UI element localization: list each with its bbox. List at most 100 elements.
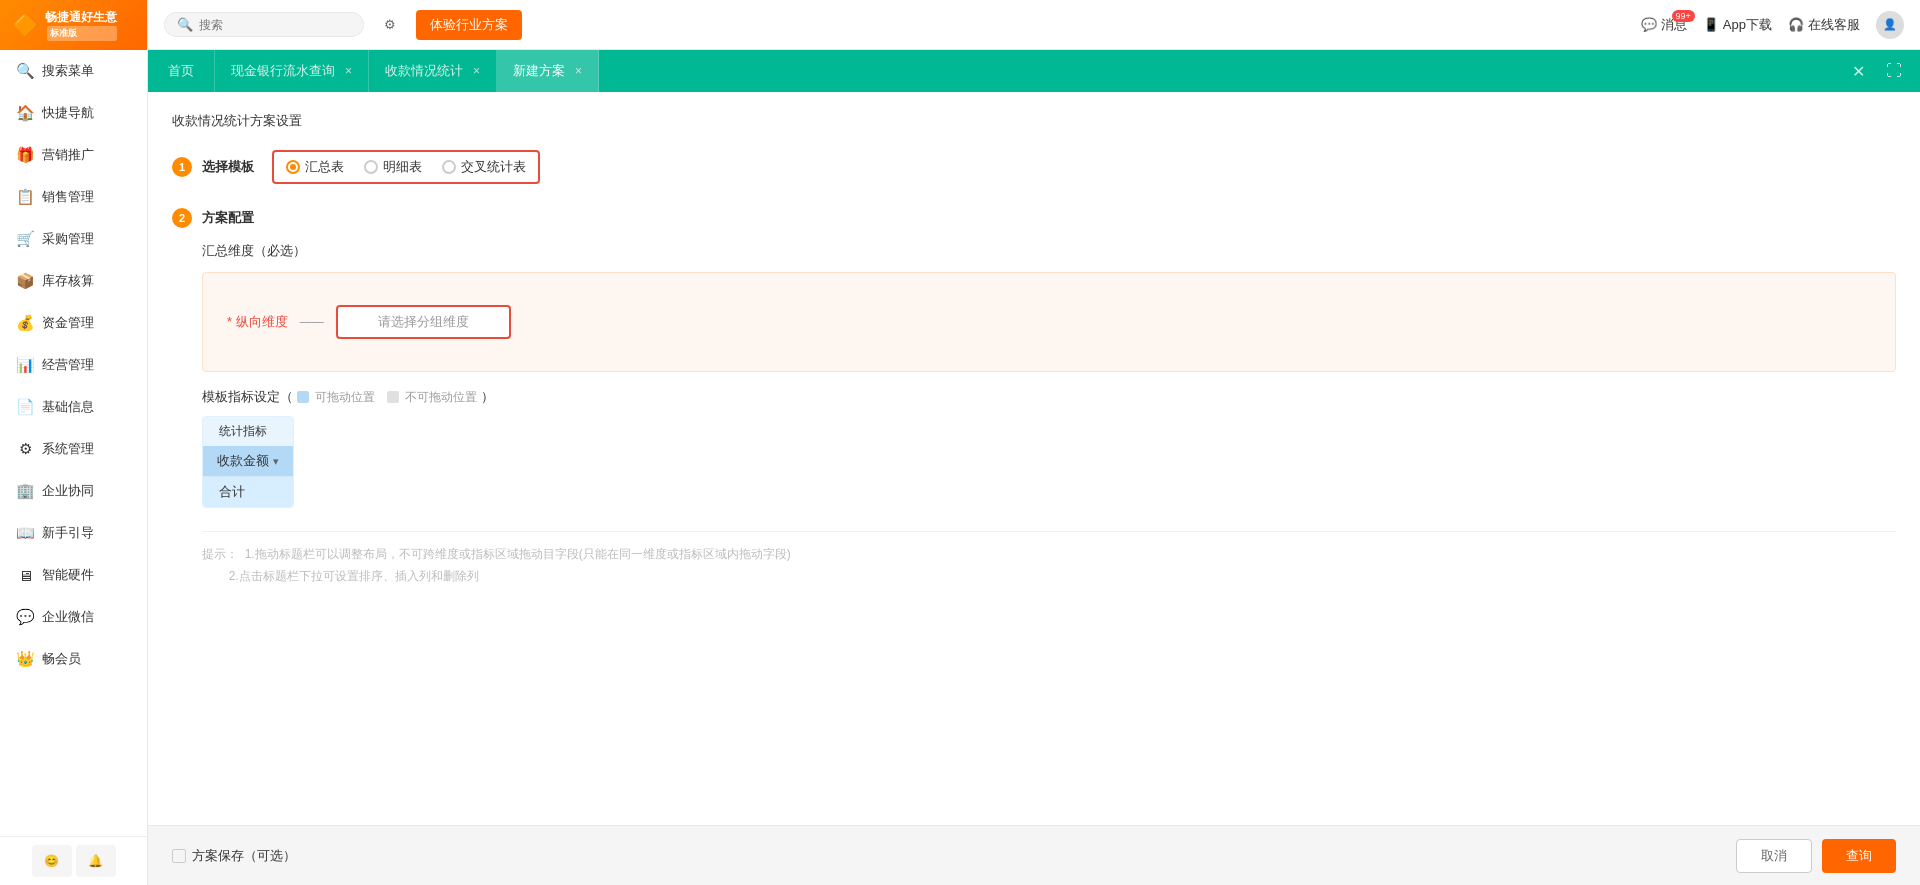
- hint-blue-dot: [297, 391, 309, 403]
- sidebar-item-purchase[interactable]: 🛒 采购管理: [0, 218, 147, 260]
- user-avatar[interactable]: 👤: [1876, 11, 1904, 39]
- notification-btn[interactable]: 💬 消息 99+: [1641, 16, 1687, 34]
- guide-icon: 📖: [16, 524, 34, 542]
- main-area: 🔍 ⚙ 体验行业方案 💬 消息 99+ 📱 App下载 🎧 在线客服 👤 首页: [148, 0, 1920, 885]
- metrics-hints: 模板指标设定（ 可拖动位置 不可拖动位置 ）: [202, 388, 1896, 406]
- tip2: 2.点击标题栏下拉可设置排序、插入列和删除列: [202, 566, 1896, 588]
- save-plan-label: 方案保存（可选）: [192, 847, 296, 865]
- metrics-tag-dropdown-icon: ▾: [273, 455, 279, 468]
- home-icon: 🏠: [16, 104, 34, 122]
- step2-content: 汇总维度（必选） * 纵向维度 —— 请选择分组维度: [172, 242, 1896, 587]
- tab-home-label: 首页: [168, 62, 194, 80]
- sidebar-item-management[interactable]: 📊 经营管理: [0, 344, 147, 386]
- radio-cross[interactable]: 交叉统计表: [442, 158, 526, 176]
- sidebar-item-finance[interactable]: 💰 资金管理: [0, 302, 147, 344]
- app-download-btn[interactable]: 📱 App下载: [1703, 16, 1772, 34]
- tab-newplan[interactable]: 新建方案 ×: [497, 50, 599, 92]
- step1-section: 1 选择模板 汇总表 明细表 交: [172, 150, 1896, 184]
- online-service-btn[interactable]: 🎧 在线客服: [1788, 16, 1860, 34]
- sidebar-bottom-btn2[interactable]: 🔔: [76, 845, 116, 877]
- tab-receipt[interactable]: 收款情况统计 ×: [369, 50, 497, 92]
- sidebar-item-label: 采购管理: [42, 230, 94, 248]
- metrics-subtotal: 合计: [203, 477, 293, 507]
- hint-draggable-text: 可拖动位置: [315, 389, 375, 406]
- search-menu-icon: 🔍: [16, 62, 34, 80]
- footer: 方案保存（可选） 取消 查询: [148, 825, 1920, 885]
- metrics-category-label: 统计指标: [219, 424, 267, 438]
- dimension-row: * 纵向维度 —— 请选择分组维度: [227, 305, 511, 339]
- sidebar-item-label: 库存核算: [42, 272, 94, 290]
- tabbar-actions: ✕ ⛶: [1844, 57, 1920, 85]
- sidebar-item-label: 基础信息: [42, 398, 94, 416]
- tab-newplan-label: 新建方案: [513, 62, 565, 80]
- radio-detail[interactable]: 明细表: [364, 158, 422, 176]
- dimension-select-btn[interactable]: 请选择分组维度: [336, 305, 511, 339]
- step1-number: 1: [172, 157, 192, 177]
- query-button[interactable]: 查询: [1822, 839, 1896, 873]
- industry-btn[interactable]: 体验行业方案: [416, 10, 522, 40]
- sidebar-item-member[interactable]: 👑 畅会员: [0, 638, 147, 680]
- sidebar-item-label: 快捷导航: [42, 104, 94, 122]
- sidebar-item-label: 智能硬件: [42, 566, 94, 584]
- logo-text: 畅捷通好生意: [45, 9, 117, 26]
- hint-draggable: 可拖动位置: [297, 389, 375, 406]
- radio-summary[interactable]: 汇总表: [286, 158, 344, 176]
- step1-title: 选择模板: [202, 158, 254, 176]
- sidebar-bottom-btn1[interactable]: 😊: [32, 845, 72, 877]
- radio-summary-dot: [286, 160, 300, 174]
- sidebar-item-basic[interactable]: 📄 基础信息: [0, 386, 147, 428]
- tab-close-btn[interactable]: ✕: [1844, 57, 1872, 85]
- sidebar-item-nav[interactable]: 🏠 快捷导航: [0, 92, 147, 134]
- content-area: 收款情况统计方案设置 1 选择模板 汇总表 明细表: [148, 92, 1920, 825]
- purchase-icon: 🛒: [16, 230, 34, 248]
- sidebar-item-label: 经营管理: [42, 356, 94, 374]
- metrics-hint-close: ）: [481, 388, 494, 406]
- settings-icon[interactable]: ⚙: [376, 11, 404, 39]
- content-inner: 收款情况统计方案设置 1 选择模板 汇总表 明细表: [148, 92, 1920, 825]
- sidebar-item-search[interactable]: 🔍 搜索菜单: [0, 50, 147, 92]
- step2-section: 2 方案配置 汇总维度（必选） * 纵向维度 —— 请选择分组维度: [172, 208, 1896, 587]
- cancel-button[interactable]: 取消: [1736, 839, 1812, 873]
- sidebar-item-system[interactable]: ⚙ 系统管理: [0, 428, 147, 470]
- metrics-tag-amount[interactable]: 收款金额 ▾: [203, 446, 293, 477]
- footer-actions: 取消 查询: [1736, 839, 1896, 873]
- step2-header: 2 方案配置: [172, 208, 1896, 228]
- edition-badge: 标准版: [47, 26, 117, 41]
- search-input[interactable]: [199, 18, 339, 32]
- tab-bank-close[interactable]: ×: [345, 64, 352, 78]
- sidebar-item-label: 畅会员: [42, 650, 81, 668]
- sidebar-item-hardware[interactable]: 🖥 智能硬件: [0, 554, 147, 596]
- tab-receipt-close[interactable]: ×: [473, 64, 480, 78]
- topbar-search-box[interactable]: 🔍: [164, 12, 364, 37]
- page-title: 收款情况统计方案设置: [172, 112, 1896, 130]
- save-plan-checkbox[interactable]: [172, 849, 186, 863]
- sidebar-item-sales[interactable]: 📋 销售管理: [0, 176, 147, 218]
- dimension-row-label: * 纵向维度: [227, 313, 288, 331]
- member-icon: 👑: [16, 650, 34, 668]
- metrics-table: 统计指标 收款金额 ▾ 合计: [202, 416, 294, 508]
- sidebar-item-corp[interactable]: 🏢 企业协同: [0, 470, 147, 512]
- step1-header: 1 选择模板 汇总表 明细表 交: [172, 150, 1896, 184]
- sidebar-item-marketing[interactable]: 🎁 营销推广: [0, 134, 147, 176]
- download-icon: 📱: [1703, 17, 1719, 32]
- sidebar-item-wechat[interactable]: 💬 企业微信: [0, 596, 147, 638]
- save-plan-area[interactable]: 方案保存（可选）: [172, 847, 296, 865]
- tab-home[interactable]: 首页: [148, 50, 215, 92]
- topbar-right: 💬 消息 99+ 📱 App下载 🎧 在线客服 👤: [1641, 11, 1904, 39]
- service-icon: 🎧: [1788, 17, 1804, 32]
- tab-bank-label: 现金银行流水查询: [231, 62, 335, 80]
- metrics-section: 模板指标设定（ 可拖动位置 不可拖动位置 ）: [202, 388, 1896, 511]
- tab-bank[interactable]: 现金银行流水查询 ×: [215, 50, 369, 92]
- template-radio-group: 汇总表 明细表 交叉统计表: [272, 150, 540, 184]
- sidebar-menu: 🔍 搜索菜单 🏠 快捷导航 🎁 营销推广 📋 销售管理 🛒 采购管理 📦 库存核…: [0, 50, 147, 836]
- tab-expand-btn[interactable]: ⛶: [1880, 57, 1908, 85]
- sidebar-item-guide[interactable]: 📖 新手引导: [0, 512, 147, 554]
- sidebar-item-label: 资金管理: [42, 314, 94, 332]
- online-service-label: 在线客服: [1808, 16, 1860, 34]
- notification-icon: 💬: [1641, 17, 1657, 32]
- radio-cross-dot: [442, 160, 456, 174]
- sidebar-item-inventory[interactable]: 📦 库存核算: [0, 260, 147, 302]
- metrics-category-header: 统计指标: [203, 417, 293, 446]
- tab-newplan-close[interactable]: ×: [575, 64, 582, 78]
- step2-title: 方案配置: [202, 209, 254, 227]
